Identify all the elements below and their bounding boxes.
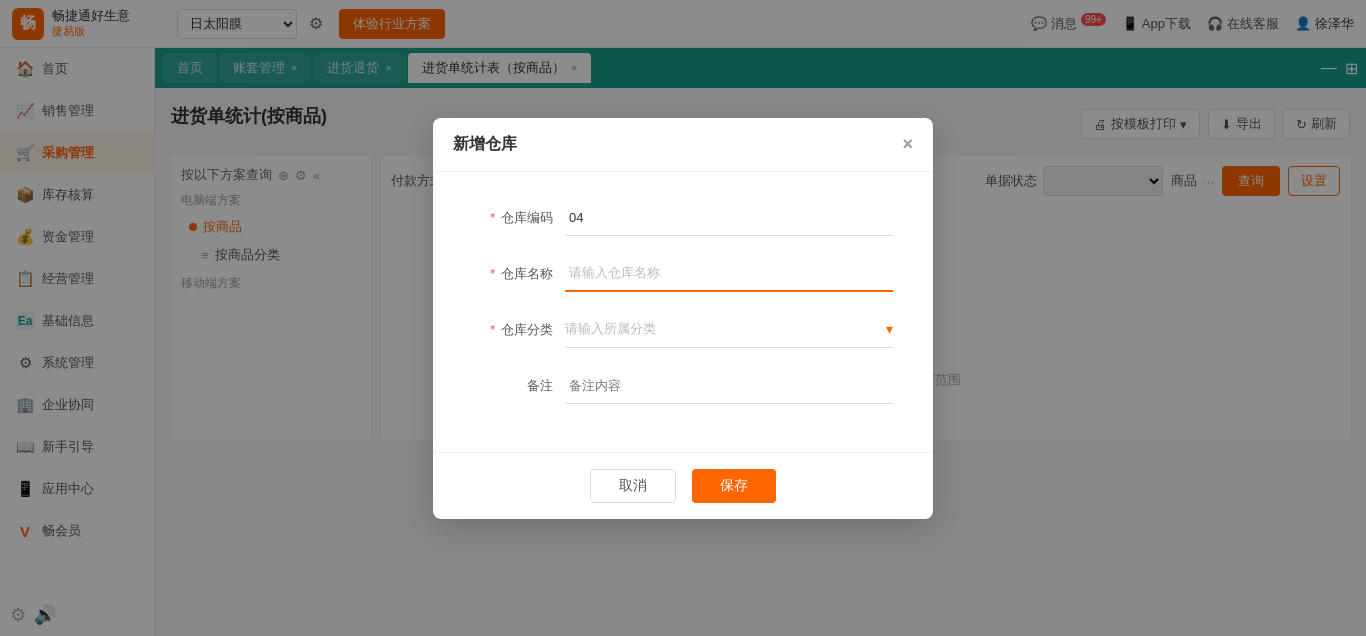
name-label-text: 仓库名称	[501, 266, 553, 281]
code-input[interactable]	[565, 200, 893, 236]
category-input-wrapper: 请输入所属分类 ▾	[565, 312, 893, 348]
code-input-wrapper	[565, 200, 893, 236]
add-warehouse-dialog: 新增仓库 × * 仓库编码 * 仓库名称	[433, 118, 933, 519]
note-row: 备注	[473, 368, 893, 404]
category-select[interactable]: 请输入所属分类 ▾	[565, 312, 893, 348]
category-label-text: 仓库分类	[501, 322, 553, 337]
modal-overlay: 新增仓库 × * 仓库编码 * 仓库名称	[0, 0, 1366, 636]
dialog-footer: 取消 保存	[433, 452, 933, 519]
category-row: * 仓库分类 请输入所属分类 ▾	[473, 312, 893, 348]
note-label-text: 备注	[527, 378, 553, 393]
code-row: * 仓库编码	[473, 200, 893, 236]
category-label: * 仓库分类	[473, 321, 553, 339]
name-label: * 仓库名称	[473, 265, 553, 283]
name-row: * 仓库名称	[473, 256, 893, 292]
required-star-category: *	[490, 322, 495, 337]
save-button[interactable]: 保存	[692, 469, 776, 503]
category-placeholder: 请输入所属分类	[565, 320, 656, 338]
required-star-code: *	[490, 210, 495, 225]
dialog-title: 新增仓库	[453, 134, 517, 155]
dialog-header: 新增仓库 ×	[433, 118, 933, 172]
name-input-wrapper	[565, 256, 893, 292]
note-label: 备注	[473, 377, 553, 395]
note-input-wrapper	[565, 368, 893, 404]
category-arrow-icon: ▾	[886, 321, 893, 337]
name-input[interactable]	[565, 256, 893, 292]
cancel-button[interactable]: 取消	[590, 469, 676, 503]
required-star-name: *	[490, 266, 495, 281]
code-label: * 仓库编码	[473, 209, 553, 227]
note-input[interactable]	[565, 368, 893, 404]
dialog-close-icon[interactable]: ×	[902, 134, 913, 155]
code-label-text: 仓库编码	[501, 210, 553, 225]
dialog-body: * 仓库编码 * 仓库名称 *	[433, 172, 933, 452]
